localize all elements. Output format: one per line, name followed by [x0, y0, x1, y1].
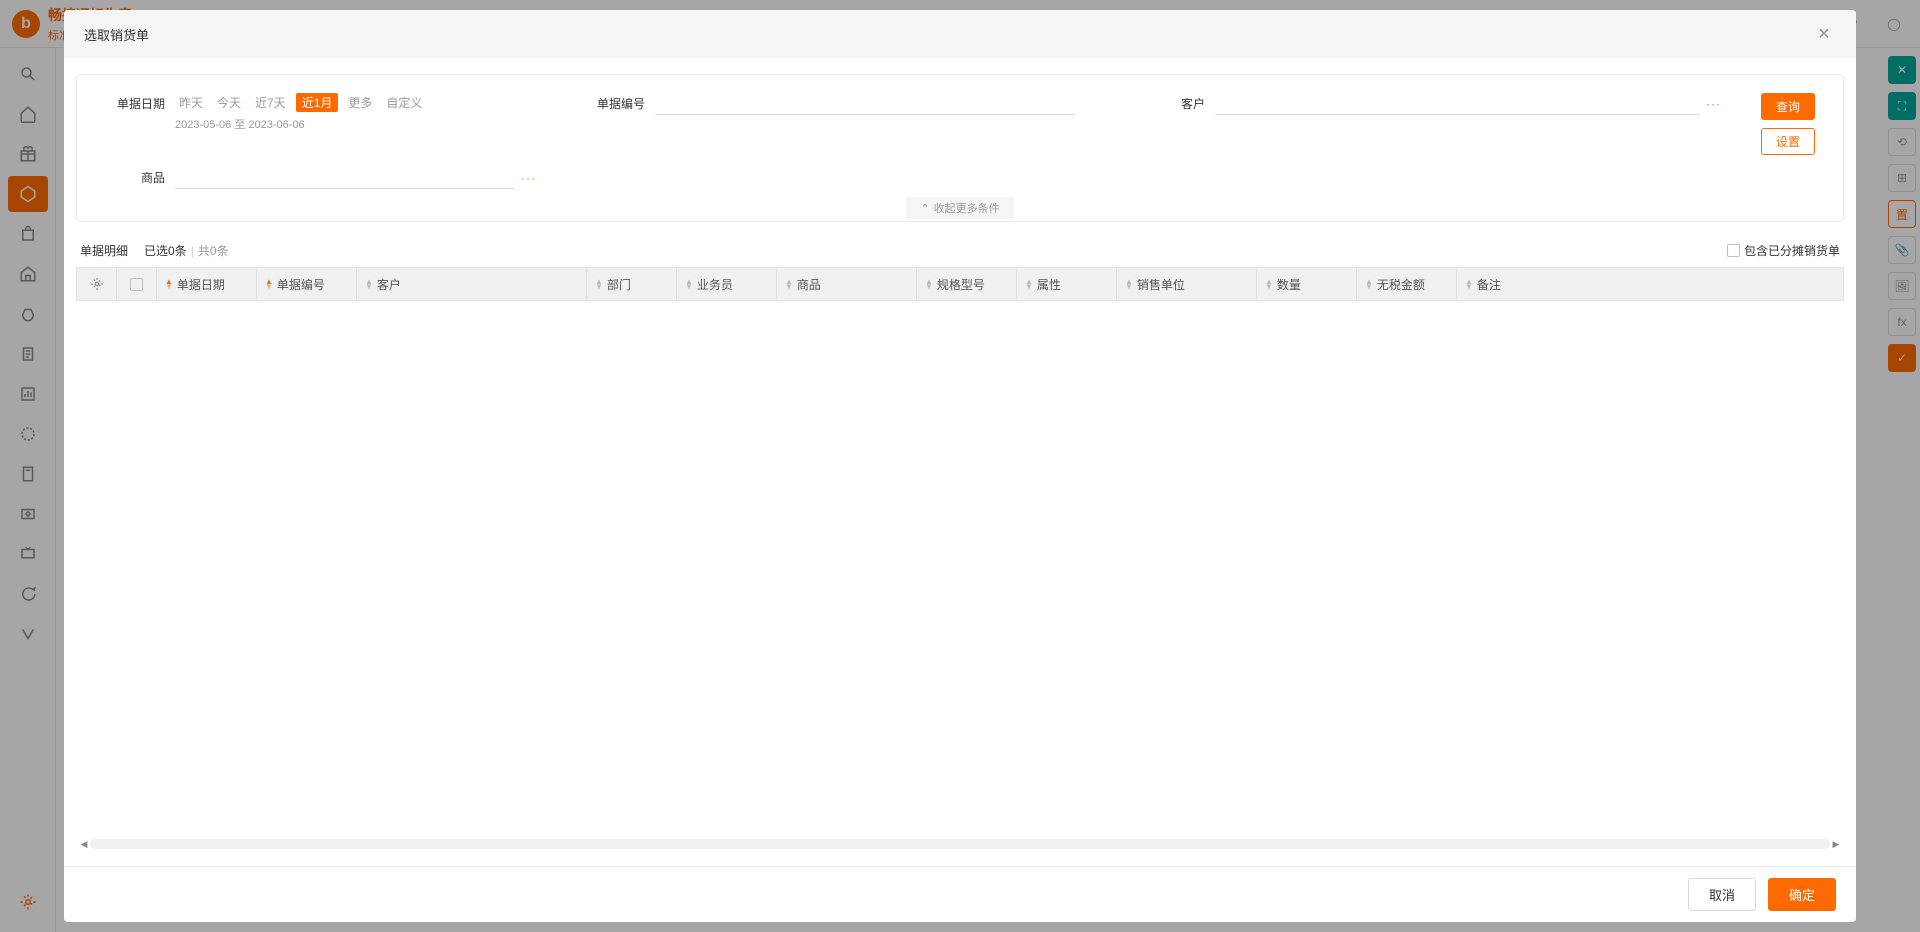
column-label: 数量: [1277, 276, 1301, 293]
modal-dialog: 选取销货单 ✕ 单据日期 昨天今天近7天近1月更多自定义 2023-05-06 …: [64, 10, 1856, 922]
sort-icon: ▲▼: [165, 279, 173, 289]
collapse-up-icon: ⌃: [920, 202, 929, 215]
filter-docno-label: 单据编号: [585, 93, 645, 112]
column-label: 销售单位: [1137, 276, 1185, 293]
column-label: 单据编号: [277, 276, 325, 293]
sort-icon: ▲▼: [925, 279, 933, 289]
count-separator: |: [191, 244, 194, 258]
sort-icon: ▲▼: [685, 279, 693, 289]
filter-customer-label: 客户: [1145, 93, 1205, 112]
horizontal-scrollbar[interactable]: ◀ ▶: [76, 838, 1844, 850]
product-input[interactable]: [175, 167, 515, 189]
column-label: 业务员: [697, 276, 733, 293]
customer-more-icon[interactable]: ···: [1706, 97, 1721, 111]
sort-icon: ▲▼: [1265, 279, 1273, 289]
sort-icon: ▲▼: [595, 279, 603, 289]
close-icon[interactable]: ✕: [1812, 22, 1836, 46]
filter-date-label: 单据日期: [105, 93, 165, 112]
modal-footer: 取消 确定: [64, 866, 1856, 922]
filter-product-label: 商品: [105, 167, 165, 186]
column-header-product[interactable]: ▲▼ 商品: [777, 268, 917, 300]
column-header-attr[interactable]: ▲▼ 属性: [1017, 268, 1117, 300]
sort-icon: ▲▼: [785, 279, 793, 289]
column-header-sales[interactable]: ▲▼ 业务员: [677, 268, 777, 300]
sort-icon: ▲▼: [1125, 279, 1133, 289]
column-header-unit[interactable]: ▲▼ 销售单位: [1117, 268, 1257, 300]
product-more-icon[interactable]: ···: [521, 171, 536, 185]
scroll-left-icon[interactable]: ◀: [78, 839, 90, 850]
column-header-remark[interactable]: ▲▼ 备注: [1457, 268, 1817, 300]
sort-icon: ▲▼: [265, 279, 273, 289]
sort-icon: ▲▼: [365, 279, 373, 289]
date-tag-1[interactable]: 今天: [213, 93, 245, 112]
select-all-cell[interactable]: [117, 268, 157, 300]
modal-title: 选取销货单: [84, 25, 149, 44]
column-header-dept[interactable]: ▲▼ 部门: [587, 268, 677, 300]
selected-count: 已选0条: [144, 242, 187, 259]
column-header-amount[interactable]: ▲▼ 无税金额: [1357, 268, 1457, 300]
total-count: 共0条: [198, 242, 229, 259]
column-header-spec[interactable]: ▲▼ 规格型号: [917, 268, 1017, 300]
column-label: 无税金额: [1377, 276, 1425, 293]
column-label: 备注: [1477, 276, 1501, 293]
column-header-customer[interactable]: ▲▼ 客户: [357, 268, 587, 300]
scroll-right-icon[interactable]: ▶: [1830, 839, 1842, 850]
modal-body: 单据日期 昨天今天近7天近1月更多自定义 2023-05-06 至 2023-0…: [64, 58, 1856, 866]
list-title: 单据明细: [80, 242, 128, 259]
date-tag-5[interactable]: 自定义: [382, 93, 426, 112]
column-label: 客户: [377, 276, 401, 293]
date-tag-2[interactable]: 近7天: [251, 93, 290, 112]
date-tags: 昨天今天近7天近1月更多自定义: [175, 93, 426, 112]
column-label: 单据日期: [177, 276, 225, 293]
column-settings-button[interactable]: [77, 268, 117, 300]
column-label: 部门: [607, 276, 631, 293]
modal-overlay: 选取销货单 ✕ 单据日期 昨天今天近7天近1月更多自定义 2023-05-06 …: [0, 0, 1920, 932]
confirm-button[interactable]: 确定: [1768, 878, 1836, 911]
column-header-no[interactable]: ▲▼ 单据编号: [257, 268, 357, 300]
scroll-track[interactable]: [90, 839, 1830, 849]
column-header-date[interactable]: ▲▼ 单据日期: [157, 268, 257, 300]
modal-header: 选取销货单 ✕: [64, 10, 1856, 58]
table-body: [76, 301, 1844, 834]
list-header: 单据明细 已选0条 | 共0条 包含已分摊销货单: [76, 242, 1844, 259]
settings-button[interactable]: 设置: [1761, 128, 1815, 155]
select-all-checkbox[interactable]: [130, 278, 143, 291]
include-split-checkbox[interactable]: [1727, 244, 1740, 257]
column-label: 属性: [1037, 276, 1061, 293]
column-header-qty[interactable]: ▲▼ 数量: [1257, 268, 1357, 300]
docno-input[interactable]: [655, 93, 1075, 115]
gear-icon: [90, 277, 104, 291]
column-label: 商品: [797, 276, 821, 293]
customer-input[interactable]: [1215, 93, 1700, 115]
sort-icon: ▲▼: [1465, 279, 1473, 289]
sort-icon: ▲▼: [1025, 279, 1033, 289]
column-label: 规格型号: [937, 276, 985, 293]
date-tag-4[interactable]: 更多: [344, 93, 376, 112]
include-split-label: 包含已分摊销货单: [1744, 242, 1840, 259]
table-header-row: ▲▼单据日期▲▼单据编号▲▼客户▲▼部门▲▼业务员▲▼商品▲▼规格型号▲▼属性▲…: [76, 267, 1844, 301]
date-tag-0[interactable]: 昨天: [175, 93, 207, 112]
date-tag-3[interactable]: 近1月: [296, 93, 339, 112]
sort-icon: ▲▼: [1365, 279, 1373, 289]
filter-buttons: 查询 设置: [1761, 93, 1815, 155]
date-range: 2023-05-06 至 2023-06-06: [175, 116, 426, 132]
collapse-conditions-button[interactable]: ⌃ 收起更多条件: [906, 197, 1013, 219]
cancel-button[interactable]: 取消: [1688, 878, 1756, 911]
filter-panel: 单据日期 昨天今天近7天近1月更多自定义 2023-05-06 至 2023-0…: [76, 74, 1844, 222]
query-button[interactable]: 查询: [1761, 93, 1815, 120]
